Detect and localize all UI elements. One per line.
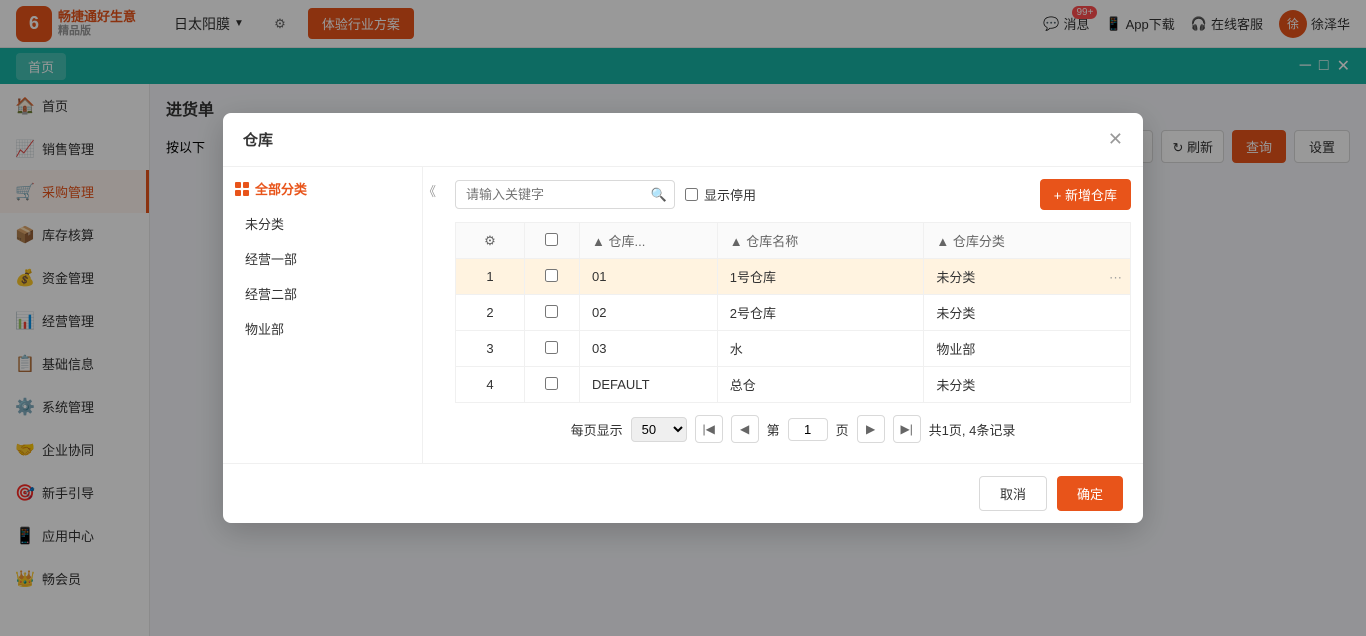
cat-item-property[interactable]: 物业部 <box>235 311 410 346</box>
cell-name: 水 <box>717 331 924 367</box>
add-warehouse-btn[interactable]: + 新增仓库 <box>1040 179 1131 210</box>
table-panel: 🔍 显示停用 + 新增仓库 ⚙ <box>443 167 1143 463</box>
table-row[interactable]: 4 DEFAULT 总仓 未分类 <box>456 367 1131 403</box>
table-row[interactable]: 3 03 水 物业部 <box>456 331 1131 367</box>
next-page-btn[interactable]: ▶ <box>857 415 885 443</box>
th-code[interactable]: ▲ 仓库... <box>579 223 717 259</box>
search-input[interactable] <box>455 180 675 209</box>
cell-category: 未分类 <box>924 367 1131 403</box>
cell-code: DEFAULT <box>579 367 717 403</box>
warehouse-modal: 仓库 ✕ 全部分类 未分类 经营一部 经营二部 <box>223 113 1143 523</box>
th-category[interactable]: ▲ 仓库分类 <box>924 223 1131 259</box>
all-categories-btn[interactable]: 全部分类 <box>235 179 410 198</box>
cell-check[interactable] <box>524 259 579 295</box>
table-row[interactable]: 1 01 1号仓库 未分类··· <box>456 259 1131 295</box>
cell-check[interactable] <box>524 331 579 367</box>
grid-icon <box>235 182 249 196</box>
last-page-btn[interactable]: ▶| <box>893 415 921 443</box>
modal-body: 全部分类 未分类 经营一部 经营二部 物业部 《 🔍 <box>223 167 1143 463</box>
cell-code: 01 <box>579 259 717 295</box>
warehouse-table: ⚙ ▲ 仓库... ▲ 仓库名称 <box>455 222 1131 403</box>
cell-num: 4 <box>456 367 525 403</box>
cell-category: 未分类··· <box>924 259 1131 295</box>
row-actions-menu[interactable]: ··· <box>1109 269 1122 284</box>
cancel-btn[interactable]: 取消 <box>979 476 1047 511</box>
cell-name: 2号仓库 <box>717 295 924 331</box>
cell-check[interactable] <box>524 367 579 403</box>
modal-close-btn[interactable]: ✕ <box>1108 129 1123 150</box>
sort-icon-cat: ▲ <box>936 234 949 249</box>
table-row[interactable]: 2 02 2号仓库 未分类 <box>456 295 1131 331</box>
page-number-input[interactable] <box>788 418 828 441</box>
cat-item-ops2[interactable]: 经营二部 <box>235 276 410 311</box>
prev-page-btn[interactable]: ◀ <box>731 415 759 443</box>
cell-name: 总仓 <box>717 367 924 403</box>
select-all-checkbox[interactable] <box>545 233 558 246</box>
th-name[interactable]: ▲ 仓库名称 <box>717 223 924 259</box>
per-page-select[interactable]: 50 100 <box>631 417 687 442</box>
cat-item-unclassified[interactable]: 未分类 <box>235 206 410 241</box>
th-num: ⚙ <box>456 223 525 259</box>
modal-overlay: 仓库 ✕ 全部分类 未分类 经营一部 经营二部 <box>0 0 1366 636</box>
sort-icon: ▲ <box>592 234 605 249</box>
collapse-panel-btn[interactable]: 《 <box>423 167 443 463</box>
table-toolbar: 🔍 显示停用 + 新增仓库 <box>455 179 1131 210</box>
modal-header: 仓库 ✕ <box>223 113 1143 167</box>
cell-category: 物业部 <box>924 331 1131 367</box>
confirm-btn[interactable]: 确定 <box>1057 476 1123 511</box>
first-page-btn[interactable]: |◀ <box>695 415 723 443</box>
cell-num: 2 <box>456 295 525 331</box>
modal-footer: 取消 确定 <box>223 463 1143 523</box>
chevron-left-icon: 《 <box>423 181 436 200</box>
category-panel: 全部分类 未分类 经营一部 经营二部 物业部 <box>223 167 423 463</box>
th-check <box>524 223 579 259</box>
category-list: 未分类 经营一部 经营二部 物业部 <box>235 206 410 346</box>
sort-icon-name: ▲ <box>730 234 743 249</box>
cell-category: 未分类 <box>924 295 1131 331</box>
show-disabled-label[interactable]: 显示停用 <box>685 185 756 204</box>
cell-check[interactable] <box>524 295 579 331</box>
cell-num: 3 <box>456 331 525 367</box>
cell-code: 02 <box>579 295 717 331</box>
search-icon[interactable]: 🔍 <box>651 187 667 203</box>
pagination: 每页显示 50 100 |◀ ◀ 第 页 ▶ ▶| 共1页, 4条记录 <box>455 403 1131 451</box>
cell-name: 1号仓库 <box>717 259 924 295</box>
cell-num: 1 <box>456 259 525 295</box>
search-wrap: 🔍 <box>455 180 675 209</box>
cell-code: 03 <box>579 331 717 367</box>
cat-item-ops1[interactable]: 经营一部 <box>235 241 410 276</box>
show-disabled-checkbox[interactable] <box>685 188 698 201</box>
modal-title: 仓库 <box>243 129 273 150</box>
